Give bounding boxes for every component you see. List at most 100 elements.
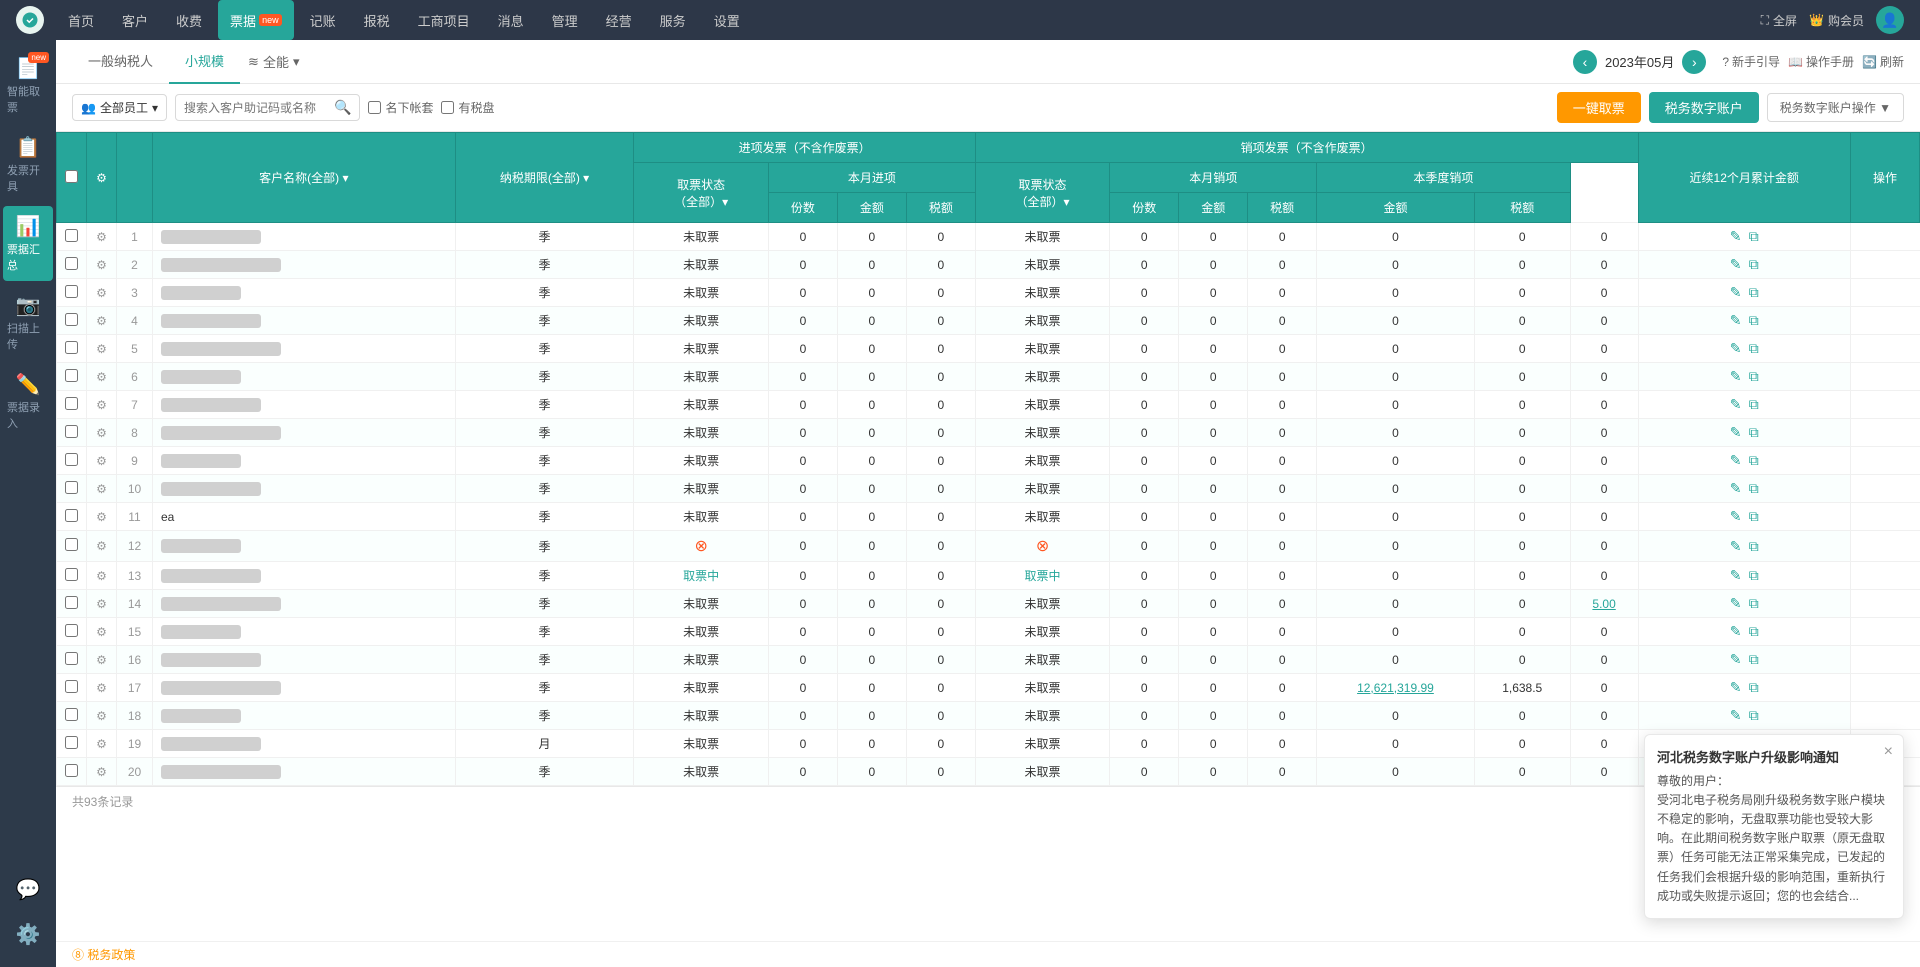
row-checkbox[interactable] (65, 285, 78, 298)
my-account-checkbox[interactable] (368, 101, 381, 114)
row-settings-icon[interactable]: ⚙ (96, 370, 107, 384)
tax-disk-checkbox-label[interactable]: 有税盘 (441, 99, 494, 116)
nav-service[interactable]: 服务 (648, 0, 698, 40)
row-checkbox[interactable] (65, 568, 78, 581)
row-settings-icon[interactable]: ⚙ (96, 510, 107, 524)
search-input[interactable] (184, 101, 334, 115)
row-settings-icon[interactable]: ⚙ (96, 482, 107, 496)
row-settings-icon[interactable]: ⚙ (96, 539, 107, 553)
row-settings-icon[interactable]: ⚙ (96, 426, 107, 440)
row-settings-icon[interactable]: ⚙ (96, 454, 107, 468)
edit-icon[interactable]: ✎ (1730, 396, 1742, 412)
row-settings-icon[interactable]: ⚙ (96, 314, 107, 328)
new-guide-link[interactable]: ? 新手引导 (1722, 53, 1780, 70)
row-settings-icon[interactable]: ⚙ (96, 737, 107, 751)
row-checkbox[interactable] (65, 453, 78, 466)
copy-icon[interactable]: ⧉ (1749, 396, 1759, 412)
edit-icon[interactable]: ✎ (1730, 480, 1742, 496)
row-checkbox[interactable] (65, 313, 78, 326)
row-settings-icon[interactable]: ⚙ (96, 625, 107, 639)
period-prev-button[interactable]: ‹ (1573, 50, 1597, 74)
fullscreen-button[interactable]: ⛶ 全屏 (1761, 12, 1797, 29)
one-click-fetch-button[interactable]: 一键取票 (1557, 92, 1641, 123)
edit-icon[interactable]: ✎ (1730, 707, 1742, 723)
row-settings-icon[interactable]: ⚙ (96, 569, 107, 583)
nav-manage[interactable]: 管理 (540, 0, 590, 40)
copy-icon[interactable]: ⧉ (1749, 538, 1759, 554)
edit-icon[interactable]: ✎ (1730, 424, 1742, 440)
row-checkbox[interactable] (65, 341, 78, 354)
row-settings-icon[interactable]: ⚙ (96, 398, 107, 412)
row-checkbox[interactable] (65, 425, 78, 438)
row-checkbox[interactable] (65, 736, 78, 749)
member-button[interactable]: 👑 购会员 (1809, 12, 1864, 29)
row-settings-icon[interactable]: ⚙ (96, 258, 107, 272)
copy-icon[interactable]: ⧉ (1749, 480, 1759, 496)
copy-icon[interactable]: ⧉ (1749, 368, 1759, 384)
copy-icon[interactable]: ⧉ (1749, 707, 1759, 723)
sidebar-item-scan-upload[interactable]: 📷 扫描上传 (3, 285, 53, 360)
tab-general-taxpayer[interactable]: 一般纳税人 (72, 40, 169, 84)
sidebar-item-open-invoice[interactable]: 📋 发票开具 (3, 127, 53, 202)
edit-icon[interactable]: ✎ (1730, 567, 1742, 583)
copy-icon[interactable]: ⧉ (1749, 256, 1759, 272)
tax-policy-bar[interactable]: ⑧ 税务政策 (56, 941, 1920, 967)
staff-select[interactable]: 👥 全部员工 ▾ (72, 94, 167, 121)
edit-icon[interactable]: ✎ (1730, 284, 1742, 300)
row-settings-icon[interactable]: ⚙ (96, 765, 107, 779)
row-settings-icon[interactable]: ⚙ (96, 653, 107, 667)
edit-icon[interactable]: ✎ (1730, 368, 1742, 384)
row-settings-icon[interactable]: ⚙ (96, 230, 107, 244)
nav-invoice[interactable]: 票据 new (218, 0, 294, 40)
refresh-link[interactable]: 🔄 刷新 (1862, 53, 1904, 70)
tax-disk-checkbox[interactable] (441, 101, 454, 114)
period-next-button[interactable]: › (1682, 50, 1706, 74)
copy-icon[interactable]: ⧉ (1749, 623, 1759, 639)
sidebar-item-invoice-entry[interactable]: ✏️ 票据录入 (3, 364, 53, 439)
edit-icon[interactable]: ✎ (1730, 312, 1742, 328)
edit-icon[interactable]: ✎ (1730, 340, 1742, 356)
row-checkbox[interactable] (65, 538, 78, 551)
edit-icon[interactable]: ✎ (1730, 508, 1742, 524)
user-avatar[interactable]: 👤 (1876, 6, 1904, 34)
edit-icon[interactable]: ✎ (1730, 228, 1742, 244)
row-settings-icon[interactable]: ⚙ (96, 342, 107, 356)
row-checkbox[interactable] (65, 708, 78, 721)
nav-accounting[interactable]: 记账 (298, 0, 348, 40)
my-account-checkbox-label[interactable]: 名下帐套 (368, 99, 433, 116)
select-all-checkbox[interactable] (65, 170, 78, 183)
copy-icon[interactable]: ⧉ (1749, 284, 1759, 300)
copy-icon[interactable]: ⧉ (1749, 340, 1759, 356)
copy-icon[interactable]: ⧉ (1749, 228, 1759, 244)
edit-icon[interactable]: ✎ (1730, 651, 1742, 667)
row-checkbox[interactable] (65, 369, 78, 382)
row-checkbox[interactable] (65, 764, 78, 777)
row-settings-icon[interactable]: ⚙ (96, 286, 107, 300)
copy-icon[interactable]: ⧉ (1749, 312, 1759, 328)
sidebar-settings-button[interactable]: ⚙️ (3, 914, 53, 955)
copy-icon[interactable]: ⧉ (1749, 595, 1759, 611)
nav-message[interactable]: 消息 (486, 0, 536, 40)
nav-fee[interactable]: 收费 (164, 0, 214, 40)
tab-small-scale[interactable]: 小规模 (169, 40, 240, 84)
edit-icon[interactable]: ✎ (1730, 452, 1742, 468)
nav-operation[interactable]: 经营 (594, 0, 644, 40)
copy-icon[interactable]: ⧉ (1749, 651, 1759, 667)
manual-link[interactable]: 📖 操作手册 (1788, 53, 1854, 70)
nav-business[interactable]: 工商项目 (406, 0, 482, 40)
row-checkbox[interactable] (65, 680, 78, 693)
row-checkbox[interactable] (65, 481, 78, 494)
search-button[interactable]: 🔍 (334, 99, 351, 116)
row-settings-icon[interactable]: ⚙ (96, 709, 107, 723)
digital-account-button[interactable]: 税务数字账户 (1649, 92, 1759, 123)
copy-icon[interactable]: ⧉ (1749, 452, 1759, 468)
notification-close-button[interactable]: × (1884, 743, 1893, 761)
nav-home[interactable]: 首页 (56, 0, 106, 40)
nav-settings[interactable]: 设置 (702, 0, 752, 40)
copy-icon[interactable]: ⧉ (1749, 679, 1759, 695)
sidebar-item-summary[interactable]: 📊 票据汇总 (3, 206, 53, 281)
row-checkbox[interactable] (65, 229, 78, 242)
nav-tax[interactable]: 报税 (352, 0, 402, 40)
row-checkbox[interactable] (65, 397, 78, 410)
row-settings-icon[interactable]: ⚙ (96, 597, 107, 611)
